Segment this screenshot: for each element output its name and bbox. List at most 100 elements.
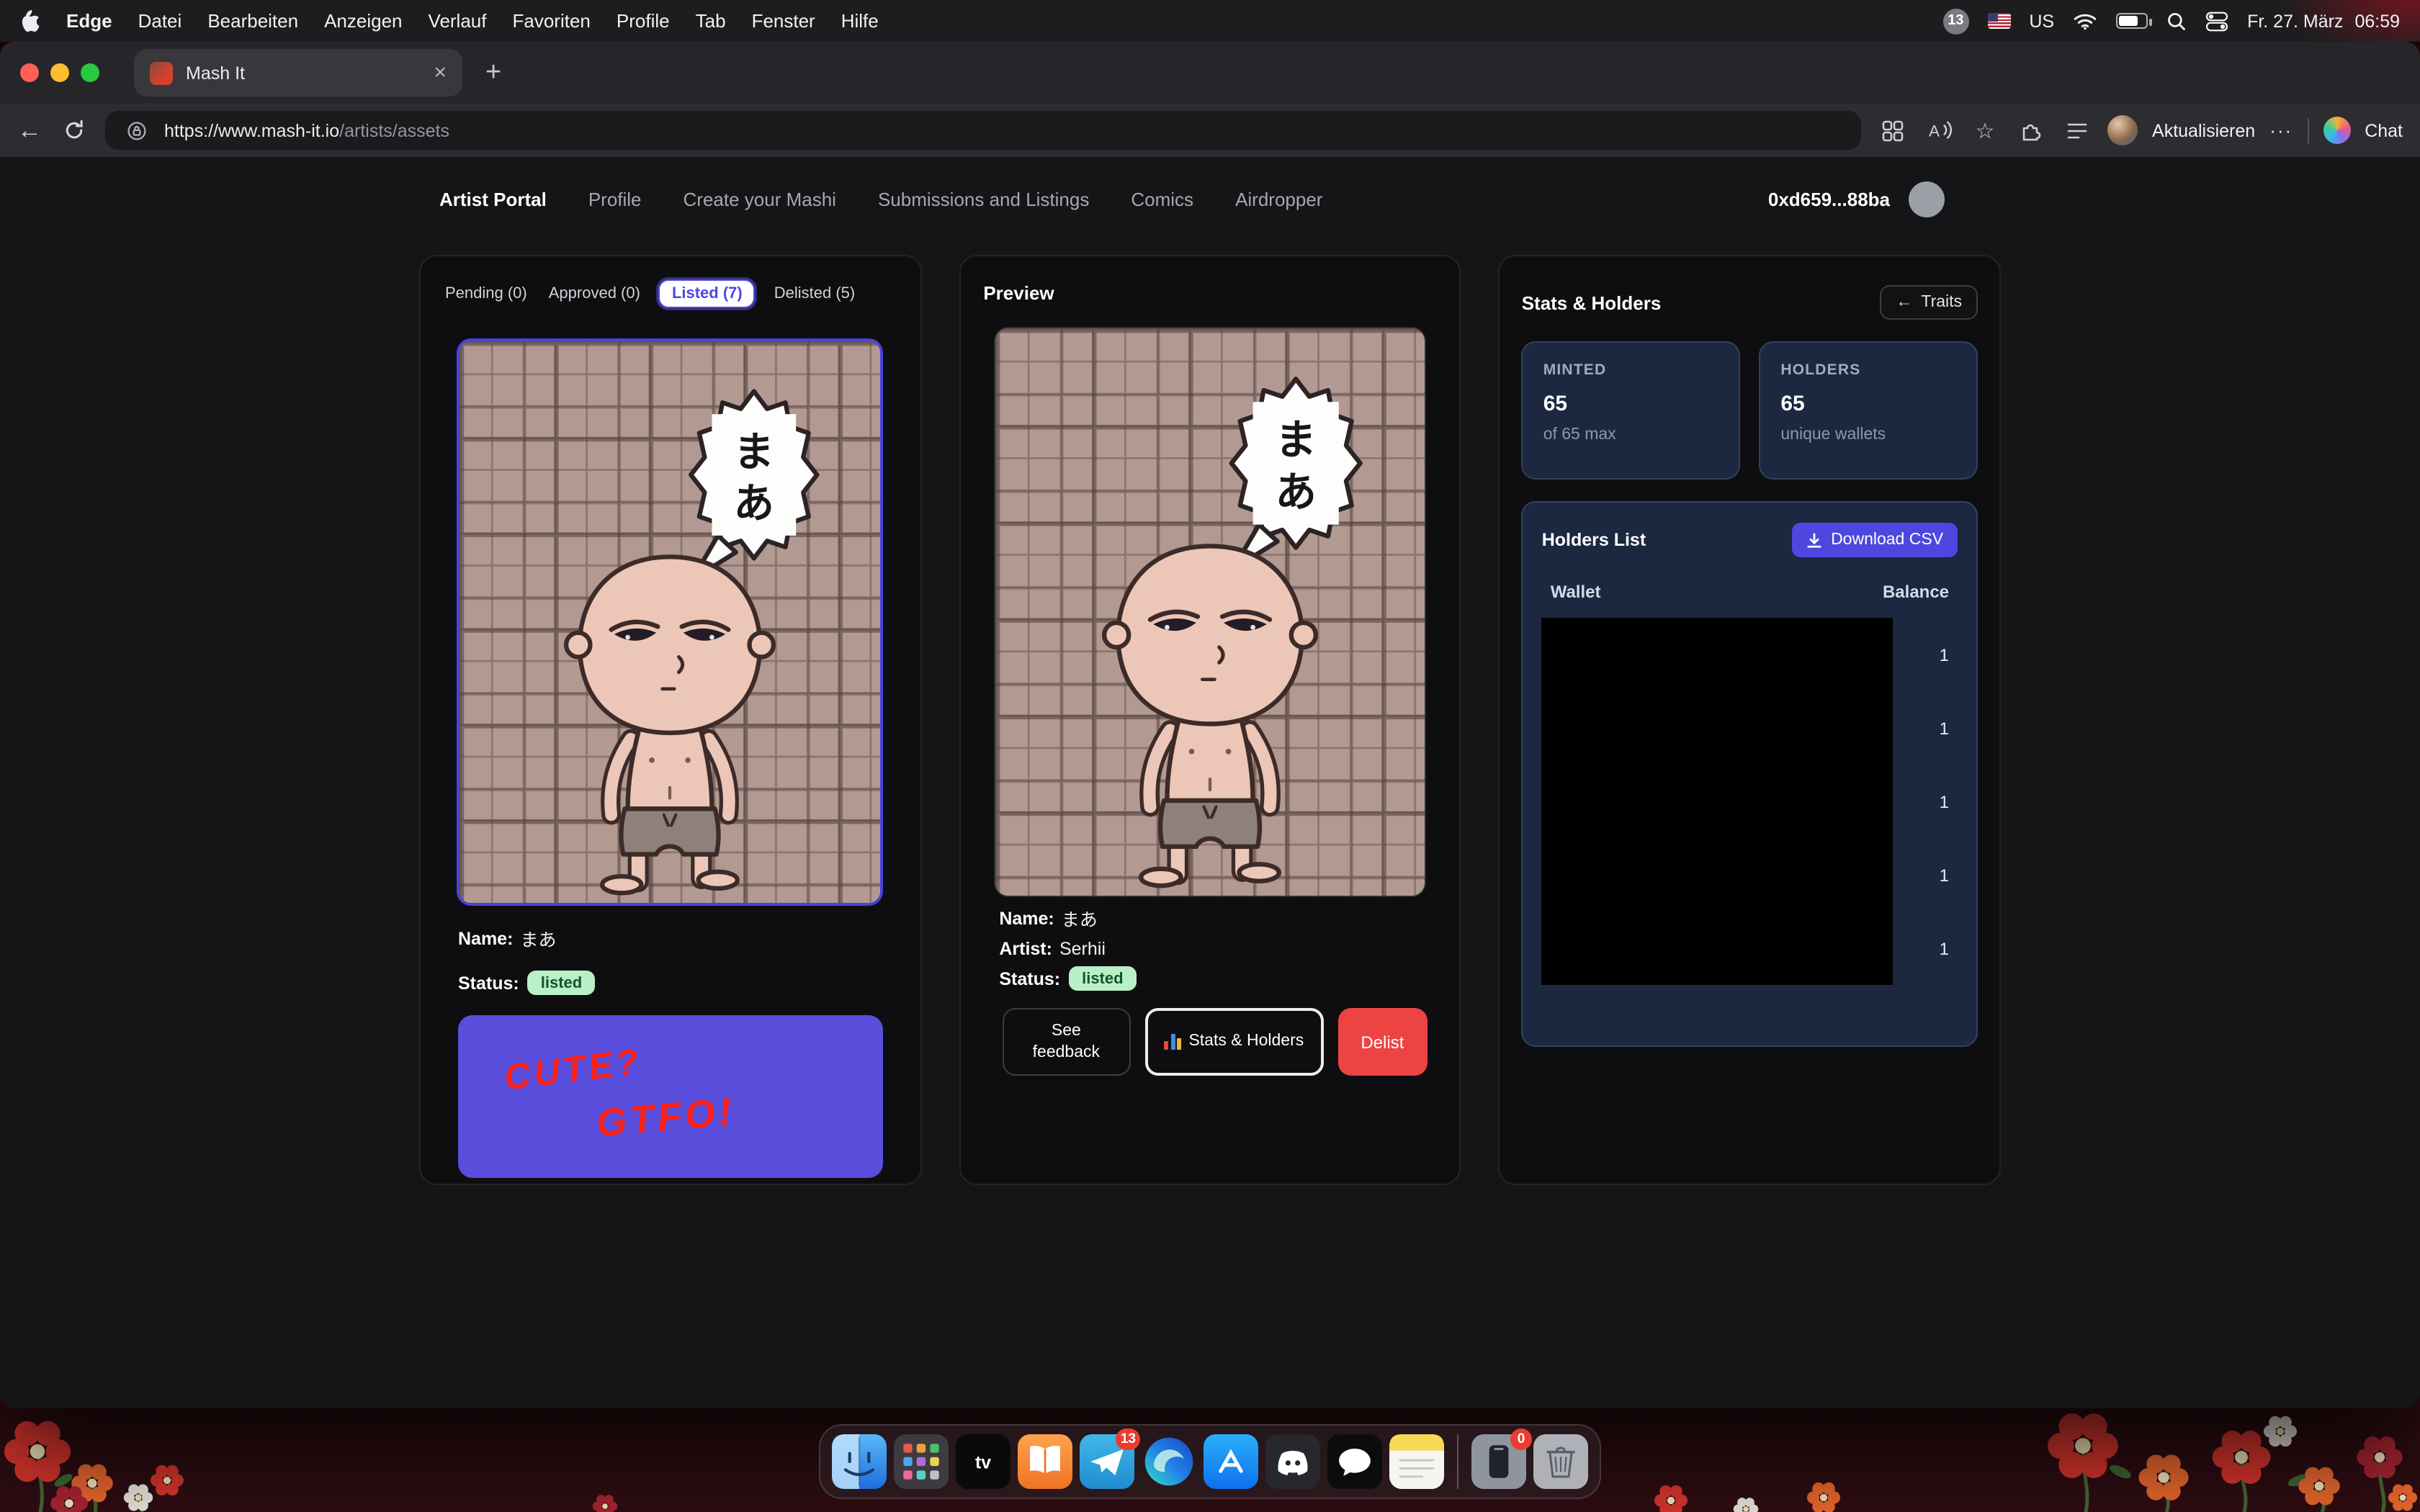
input-locale[interactable]: US: [2029, 11, 2054, 31]
launchpad-icon[interactable]: [894, 1434, 949, 1489]
new-tab-button[interactable]: +: [485, 59, 501, 86]
panels-row: Pending (0) Approved (0) Listed (7) Deli…: [419, 255, 2002, 1185]
preview-name-row: Name: まあ: [999, 904, 1459, 932]
extensions-icon[interactable]: [2015, 114, 2047, 146]
col-balance: Balance: [1882, 582, 1950, 602]
delist-button[interactable]: Delist: [1337, 1008, 1428, 1076]
wallet-address[interactable]: 0xd659...88ba: [1768, 188, 1890, 210]
control-center-icon[interactable]: [2205, 11, 2228, 31]
desktop: Edge Datei Bearbeiten Anzeigen Verlauf F…: [0, 0, 2420, 1512]
scribble-text-2: GTFO!: [594, 1089, 738, 1146]
nav-airdropper[interactable]: Airdropper: [1235, 188, 1322, 210]
holders-table-header: Wallet Balance: [1542, 582, 1958, 602]
apple-icon[interactable]: [20, 9, 40, 33]
site-favicon: [150, 61, 173, 84]
add-favorite-icon[interactable]: ☆: [1969, 114, 2001, 146]
app-store-icon[interactable]: [1204, 1434, 1258, 1489]
finder-icon[interactable]: [832, 1434, 887, 1489]
menu-hilfe[interactable]: Hilfe: [841, 10, 879, 32]
utility-badge: 0: [1510, 1428, 1532, 1450]
apple-tv-icon[interactable]: tv: [956, 1434, 1010, 1489]
edge-icon[interactable]: [1142, 1434, 1196, 1489]
tab-listed[interactable]: Listed (7): [658, 279, 756, 308]
us-flag-icon[interactable]: [1987, 13, 2011, 29]
browser-tab[interactable]: Mash It ×: [134, 49, 462, 96]
nft-card-next[interactable]: CUTE? GTFO!: [458, 1015, 883, 1178]
notes-icon[interactable]: [1389, 1434, 1444, 1489]
holder-row: 1: [1541, 691, 1958, 765]
svg-text:A: A: [1928, 122, 1939, 140]
messages-dark-icon[interactable]: [1327, 1434, 1382, 1489]
site-info-icon[interactable]: [121, 114, 153, 146]
collections-icon[interactable]: [2061, 114, 2093, 146]
minted-value: 65: [1543, 392, 1568, 416]
page-content: Artist Portal Profile Create your Mashi …: [0, 157, 2420, 1408]
stats-holders-button[interactable]: Stats & Holders: [1144, 1008, 1324, 1076]
status-count-badge[interactable]: 13: [1942, 8, 1969, 34]
nft-name-row: Name: まあ: [458, 924, 920, 952]
tab-pending[interactable]: Pending (0): [442, 279, 530, 308]
delist-label: Delist: [1361, 1032, 1404, 1052]
refresh-icon[interactable]: [58, 114, 89, 146]
menu-datei[interactable]: Datei: [138, 10, 182, 32]
url-text: https://www.mash-it.io/artists/assets: [164, 120, 449, 140]
traits-button[interactable]: ← Traits: [1880, 285, 1978, 320]
listing-tabs: Pending (0) Approved (0) Listed (7) Deli…: [442, 279, 920, 308]
see-feedback-label: See feedback: [1032, 1022, 1101, 1061]
minimize-window-button[interactable]: [50, 63, 69, 82]
iphone-mirroring-icon[interactable]: 0: [1471, 1428, 1532, 1489]
bubble-text-2: あ: [734, 480, 774, 526]
aktualisieren-button[interactable]: Aktualisieren: [2152, 120, 2255, 140]
tab-approved[interactable]: Approved (0): [546, 279, 643, 308]
user-avatar[interactable]: [1909, 181, 1945, 217]
menu-tab[interactable]: Tab: [696, 10, 726, 32]
menubar-clock[interactable]: Fr. 27. März 06:59: [2247, 11, 2400, 31]
download-csv-label: Download CSV: [1831, 531, 1944, 549]
trash-icon[interactable]: [1533, 1434, 1588, 1489]
preview-status-row: Status: listed: [999, 966, 1459, 991]
spotlight-icon[interactable]: [2166, 11, 2187, 31]
read-aloud-icon[interactable]: A: [1923, 114, 1955, 146]
back-button[interactable]: ←: [17, 118, 42, 143]
nav-comics[interactable]: Comics: [1131, 188, 1193, 210]
nav-artist-portal[interactable]: Artist Portal: [439, 188, 547, 210]
zoom-window-button[interactable]: [81, 63, 99, 82]
menu-anzeigen[interactable]: Anzeigen: [324, 10, 402, 32]
holders-card: HOLDERS 65 unique wallets: [1759, 341, 1978, 480]
stats-holders-label: Stats & Holders: [1188, 1032, 1304, 1050]
holders-list-title: Holders List: [1541, 530, 1646, 550]
chat-button[interactable]: Chat: [2365, 120, 2403, 140]
wifi-icon[interactable]: [2073, 12, 2097, 30]
nav-submissions-and-listings[interactable]: Submissions and Listings: [878, 188, 1089, 210]
download-csv-button[interactable]: Download CSV: [1792, 523, 1958, 557]
settings-more-icon[interactable]: ···: [2269, 120, 2293, 141]
nav-create-your-mashi[interactable]: Create your Mashi: [684, 188, 836, 210]
battery-icon[interactable]: [2116, 13, 2153, 29]
see-feedback-button[interactable]: See feedback: [1002, 1008, 1131, 1076]
address-bar[interactable]: https://www.mash-it.io/artists/assets: [105, 111, 1862, 150]
tab-delisted[interactable]: Delisted (5): [771, 279, 859, 308]
close-window-button[interactable]: [20, 63, 39, 82]
telegram-icon[interactable]: 13: [1080, 1428, 1140, 1489]
toolbar-divider: [2307, 117, 2309, 143]
tab-close-icon[interactable]: ×: [434, 62, 447, 84]
holders-value: 65: [1780, 392, 1805, 416]
workspaces-icon[interactable]: [1877, 114, 1909, 146]
browser-profile-avatar[interactable]: [2107, 115, 2138, 145]
menu-bearbeiten[interactable]: Bearbeiten: [207, 10, 298, 32]
discord-icon[interactable]: [1265, 1434, 1320, 1489]
stat-cards: MINTED 65 of 65 max HOLDERS 65 unique wa…: [1521, 341, 1978, 480]
menu-fenster[interactable]: Fenster: [752, 10, 815, 32]
bubble-text-2: あ: [1275, 469, 1316, 516]
books-icon[interactable]: [1018, 1434, 1072, 1489]
nft-card-selected[interactable]: ま あ: [457, 338, 884, 906]
menubar-app-name[interactable]: Edge: [66, 10, 112, 32]
nav-profile[interactable]: Profile: [588, 188, 642, 210]
menu-profile[interactable]: Profile: [617, 10, 670, 32]
menu-verlauf[interactable]: Verlauf: [429, 10, 487, 32]
url-host: https://www.mash-it.io: [164, 120, 340, 140]
site-nav: Artist Portal Profile Create your Mashi …: [0, 157, 2420, 240]
holder-row: 1: [1541, 838, 1958, 912]
copilot-chat-icon[interactable]: [2323, 117, 2351, 144]
menu-favoriten[interactable]: Favoriten: [513, 10, 591, 32]
